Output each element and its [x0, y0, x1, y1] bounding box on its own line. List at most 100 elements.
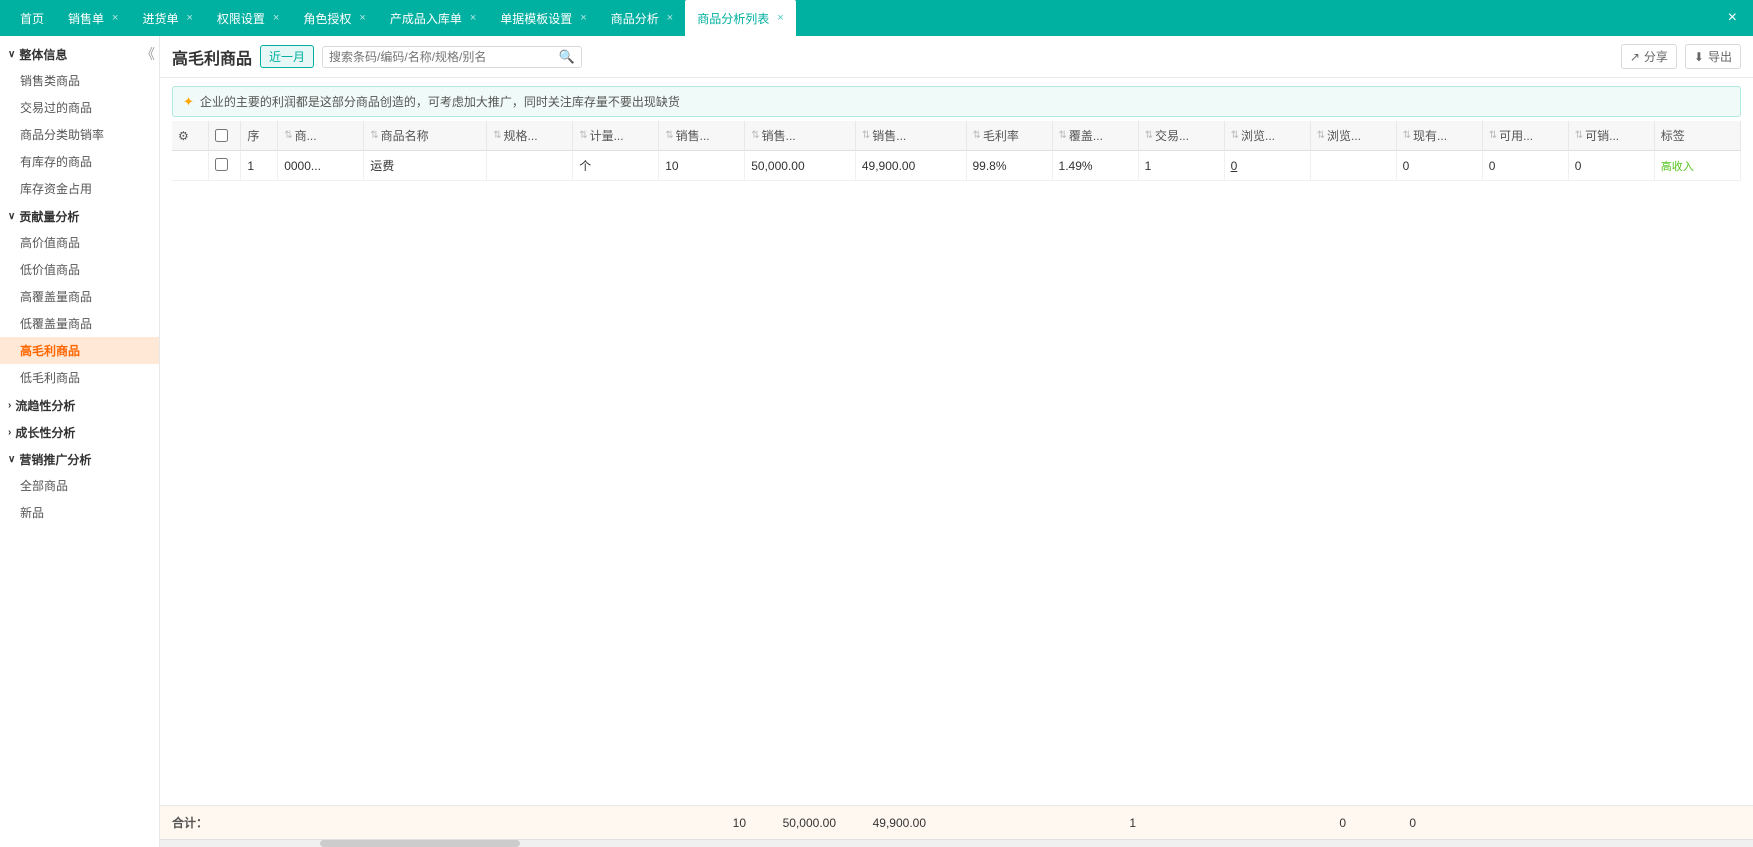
close-product-analysis-tab[interactable]: ×: [667, 12, 673, 24]
footer-sales-profit: 49,900.00: [842, 816, 932, 830]
arrow-icon: ∨: [8, 49, 15, 60]
horizontal-scrollbar[interactable]: [160, 839, 1753, 847]
arrow-icon-5: ∨: [8, 454, 15, 465]
sort-icon-gross-margin[interactable]: ⇅: [973, 130, 981, 141]
close-purchase-order-tab[interactable]: ×: [186, 12, 192, 24]
scrollbar-thumb[interactable]: [320, 840, 520, 847]
export-button[interactable]: ⬇ 导出: [1685, 44, 1741, 69]
col-tag: 标签: [1654, 121, 1740, 151]
sort-icon-code[interactable]: ⇅: [284, 130, 292, 141]
footer-total-row: 合计： 10 50,000.00 49,900.00 1 0 0: [160, 805, 1753, 839]
close-all-tabs[interactable]: ×: [1720, 9, 1745, 27]
table-row: 1 0000... 运费 个 10 50,000.00 49,900.00 99…: [172, 151, 1741, 181]
search-icon[interactable]: 🔍: [559, 49, 575, 65]
nav-permission-settings[interactable]: 权限设置 ×: [205, 0, 291, 36]
search-input[interactable]: [329, 50, 555, 64]
sidebar-group-trend-analysis[interactable]: › 流趋性分析: [0, 391, 159, 418]
sort-icon-views1[interactable]: ⇅: [1231, 130, 1239, 141]
sort-icon-sellable-stock[interactable]: ⇅: [1575, 130, 1583, 141]
content-header: 高毛利商品 近一月 🔍 ↗ 分享 ⬇ 导出: [160, 36, 1753, 78]
close-product-analysis-list-tab[interactable]: ×: [777, 12, 783, 24]
filter-last-month-button[interactable]: 近一月: [260, 45, 314, 68]
sort-icon-sales-amount[interactable]: ⇅: [751, 130, 759, 141]
cell-transactions: 1: [1138, 151, 1224, 181]
sort-icon-sales-profit[interactable]: ⇅: [862, 130, 870, 141]
footer-current-stock: 0: [1282, 816, 1352, 830]
sidebar-group-marketing-analysis[interactable]: ∨ 营销推广分析: [0, 445, 159, 472]
sidebar-item-low-margin[interactable]: 低毛利商品: [0, 364, 159, 391]
col-coverage: ⇅ 覆盖...: [1052, 121, 1138, 151]
cell-settings: [172, 151, 209, 181]
main-layout: 《 ∨ 整体信息 销售类商品 交易过的商品 商品分类助销率 有库存的商品 库存资…: [0, 36, 1753, 847]
tip-icon: ✦: [183, 94, 194, 110]
close-finished-product-tab[interactable]: ×: [470, 12, 476, 24]
col-views1: ⇅ 浏览...: [1224, 121, 1310, 151]
tag-high-income: 高收入: [1661, 161, 1694, 173]
table-container: ⚙ 序 ⇅: [172, 121, 1741, 805]
row-checkbox[interactable]: [215, 158, 228, 171]
arrow-icon-2: ∨: [8, 211, 15, 222]
select-all-checkbox[interactable]: [215, 129, 228, 142]
footer-sales-qty: 10: [682, 816, 752, 830]
col-name: ⇅ 商品名称: [364, 121, 487, 151]
close-sales-order-tab[interactable]: ×: [112, 12, 118, 24]
sidebar-item-category-rate[interactable]: 商品分类助销率: [0, 121, 159, 148]
nav-product-analysis[interactable]: 商品分析 ×: [599, 0, 685, 36]
cell-sales-profit: 49,900.00: [855, 151, 966, 181]
sidebar-group-growth-analysis[interactable]: › 成长性分析: [0, 418, 159, 445]
col-settings: ⚙: [172, 121, 209, 151]
sidebar: 《 ∨ 整体信息 销售类商品 交易过的商品 商品分类助销率 有库存的商品 库存资…: [0, 36, 160, 847]
col-transactions: ⇅ 交易...: [1138, 121, 1224, 151]
cell-current-stock: 0: [1396, 151, 1482, 181]
search-box: 🔍: [322, 46, 582, 68]
col-spec: ⇅ 规格...: [487, 121, 573, 151]
sidebar-item-low-coverage[interactable]: 低覆盖量商品: [0, 310, 159, 337]
cell-checkbox: [209, 151, 241, 181]
sidebar-item-in-stock-products[interactable]: 有库存的商品: [0, 148, 159, 175]
col-sales-amount: ⇅ 销售...: [745, 121, 856, 151]
close-permission-settings-tab[interactable]: ×: [273, 12, 279, 24]
sort-icon-sales-qty[interactable]: ⇅: [665, 130, 673, 141]
share-button[interactable]: ↗ 分享: [1621, 44, 1677, 69]
sidebar-group-contribution-analysis[interactable]: ∨ 贡献量分析: [0, 202, 159, 229]
sidebar-item-new-products[interactable]: 新品: [0, 499, 159, 526]
sort-icon-available-stock[interactable]: ⇅: [1489, 130, 1497, 141]
col-index: 序: [241, 121, 278, 151]
content-area: 高毛利商品 近一月 🔍 ↗ 分享 ⬇ 导出 ✦ 企业的主要的利润都是这部分商品创…: [160, 36, 1753, 847]
sort-icon-views2[interactable]: ⇅: [1317, 130, 1325, 141]
sidebar-item-sales-products[interactable]: 销售类商品: [0, 67, 159, 94]
close-role-auth-tab[interactable]: ×: [359, 12, 365, 24]
sidebar-group-overall-info[interactable]: ∨ 整体信息: [0, 40, 159, 67]
sidebar-collapse-button[interactable]: 《: [141, 44, 155, 64]
nav-role-auth[interactable]: 角色授权 ×: [291, 0, 377, 36]
cell-views2: [1310, 151, 1396, 181]
col-available-stock: ⇅ 可用...: [1482, 121, 1568, 151]
settings-icon[interactable]: ⚙: [178, 129, 189, 143]
sidebar-item-all-products[interactable]: 全部商品: [0, 472, 159, 499]
nav-template-settings[interactable]: 单据模板设置 ×: [488, 0, 598, 36]
views1-link[interactable]: 0: [1231, 159, 1238, 173]
arrow-icon-4: ›: [8, 427, 11, 438]
sidebar-item-low-value[interactable]: 低价值商品: [0, 256, 159, 283]
col-sales-qty: ⇅ 销售...: [659, 121, 745, 151]
nav-finished-product[interactable]: 产成品入库单 ×: [378, 0, 488, 36]
sidebar-item-stock-capital[interactable]: 库存资金占用: [0, 175, 159, 202]
nav-sales-order[interactable]: 销售单 ×: [56, 0, 130, 36]
close-template-settings-tab[interactable]: ×: [580, 12, 586, 24]
sidebar-item-high-margin[interactable]: 高毛利商品: [0, 337, 159, 364]
cell-views1: 0: [1224, 151, 1310, 181]
nav-home[interactable]: 首页: [8, 0, 56, 36]
nav-product-analysis-list[interactable]: 商品分析列表 ×: [685, 0, 795, 36]
footer-available-stock: 0: [1352, 816, 1422, 830]
sort-icon-spec[interactable]: ⇅: [493, 130, 501, 141]
sort-icon-coverage[interactable]: ⇅: [1059, 130, 1067, 141]
col-sales-profit: ⇅ 销售...: [855, 121, 966, 151]
sort-icon-current-stock[interactable]: ⇅: [1403, 130, 1411, 141]
sort-icon-name[interactable]: ⇅: [370, 130, 378, 141]
sidebar-item-high-value[interactable]: 高价值商品: [0, 229, 159, 256]
sort-icon-transactions[interactable]: ⇅: [1145, 130, 1153, 141]
nav-purchase-order[interactable]: 进货单 ×: [130, 0, 204, 36]
sort-icon-unit[interactable]: ⇅: [579, 130, 587, 141]
sidebar-item-high-coverage[interactable]: 高覆盖量商品: [0, 283, 159, 310]
sidebar-item-traded-products[interactable]: 交易过的商品: [0, 94, 159, 121]
